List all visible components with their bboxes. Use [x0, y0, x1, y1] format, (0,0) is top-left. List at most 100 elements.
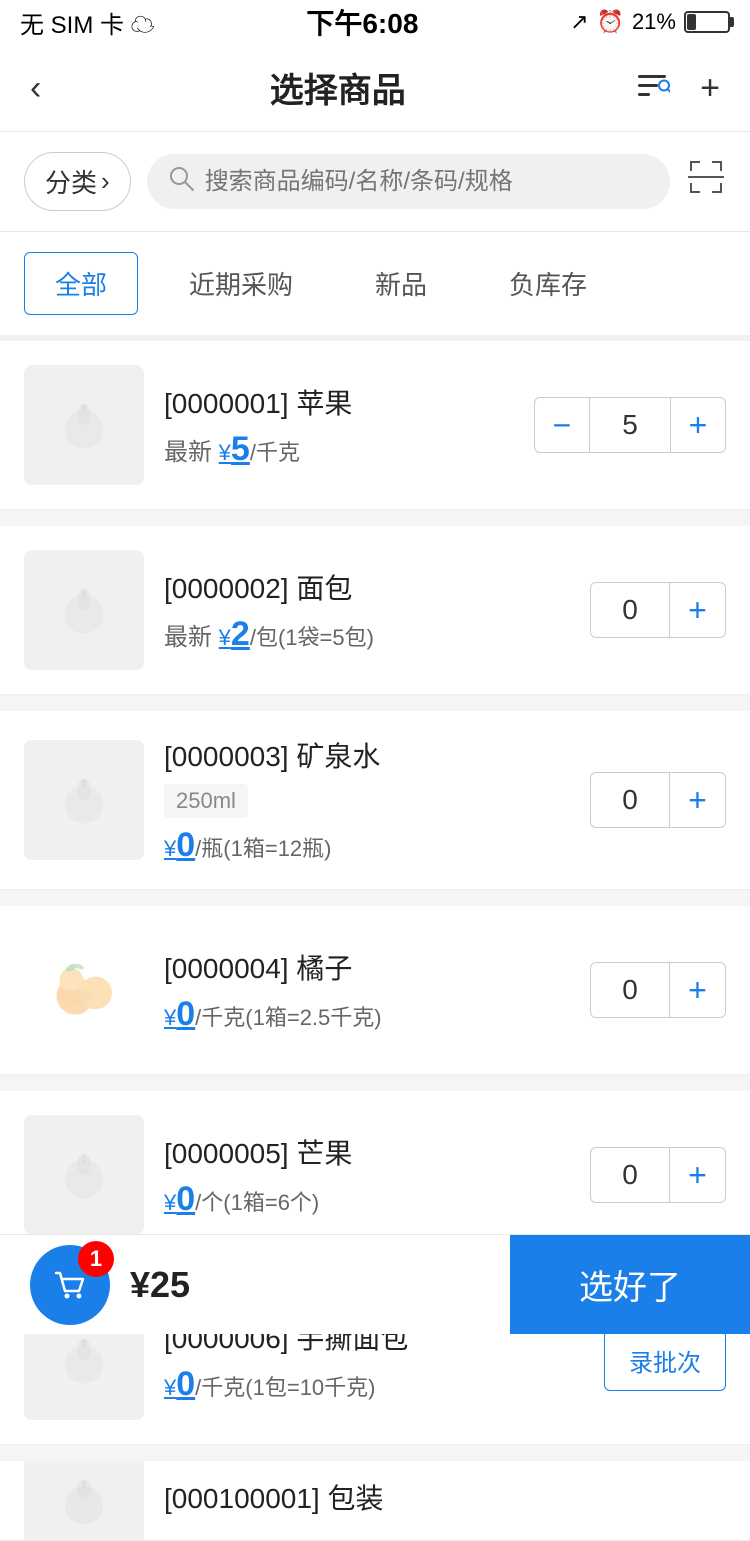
divider-6 — [0, 1445, 750, 1461]
price-unit: /千克(1箱=2.5千克) — [195, 1005, 381, 1030]
price-unit: /千克(1包=10千克) — [195, 1375, 375, 1400]
price-amount: 5 — [231, 430, 250, 468]
tab-bar: 全部 近期采购 新品 负库存 — [0, 232, 750, 341]
price-currency: ¥ — [164, 836, 176, 861]
status-bar: 无 SIM 卡 ☁ 下午6:08 ↗ ⏰ 21% — [0, 0, 750, 44]
cart-total: ¥25 — [130, 1264, 190, 1306]
sim-label: 无 SIM 卡 ☁ — [20, 5, 155, 40]
product-thumb-0000002 — [24, 550, 144, 670]
tab-new-label: 新品 — [375, 270, 427, 300]
category-chevron-icon: › — [101, 166, 110, 197]
qty-input-0000005[interactable] — [590, 1147, 670, 1203]
cart-badge: 1 — [78, 1241, 114, 1277]
battery-icon — [684, 11, 730, 33]
product-thumb-000100001 — [24, 1461, 144, 1541]
price-currency: ¥ — [219, 440, 231, 465]
confirm-button[interactable]: 选好了 — [510, 1235, 750, 1334]
price-label: 最新 — [164, 439, 219, 466]
search-icon — [167, 164, 195, 199]
tab-new[interactable]: 新品 — [344, 252, 458, 315]
tab-negative[interactable]: 负库存 — [478, 252, 618, 315]
cart-icon-wrap[interactable]: 1 — [30, 1245, 110, 1325]
filter-bar: 分类 › — [0, 132, 750, 232]
price-amount: 0 — [176, 826, 195, 864]
product-thumb-0000003 — [24, 740, 144, 860]
product-info-0000005: [0000005] 芒果 ¥0/个(1箱=6个) — [164, 1132, 570, 1219]
product-price-0000002: 最新 ¥2/包(1袋=5包) — [164, 615, 570, 654]
add-button[interactable]: + — [700, 71, 720, 105]
qty-control-0000001: − + — [534, 397, 726, 453]
qty-input-0000003[interactable] — [590, 772, 670, 828]
tab-recent[interactable]: 近期采购 — [158, 252, 324, 315]
qty-plus-0000001[interactable]: + — [670, 397, 726, 453]
category-button[interactable]: 分类 › — [24, 152, 131, 211]
product-item-000100001: [000100001] 包装 — [0, 1461, 750, 1541]
product-item-0000004: [0000004] 橘子 ¥0/千克(1箱=2.5千克) + — [0, 906, 750, 1075]
search-input[interactable] — [205, 168, 650, 196]
tab-all-label: 全部 — [55, 270, 107, 300]
price-currency: ¥ — [164, 1005, 176, 1030]
battery-percent: 21% — [632, 9, 676, 35]
qty-plus-0000004[interactable]: + — [670, 962, 726, 1018]
qty-plus-0000002[interactable]: + — [670, 582, 726, 638]
location-icon: ↗ — [570, 9, 588, 35]
price-currency: ¥ — [164, 1190, 176, 1215]
scan-icon[interactable] — [686, 157, 726, 206]
filter-icon[interactable] — [634, 67, 670, 109]
bottom-bar: 1 ¥25 选好了 — [0, 1234, 750, 1334]
price-unit: /个(1箱=6个) — [195, 1190, 319, 1215]
product-price-0000003: ¥0/瓶(1箱=12瓶) — [164, 826, 570, 865]
product-info-0000002: [0000002] 面包 最新 ¥2/包(1袋=5包) — [164, 567, 570, 654]
product-name-0000005: [0000005] 芒果 — [164, 1132, 570, 1172]
product-price-0000004: ¥0/千克(1箱=2.5千克) — [164, 995, 570, 1034]
product-name-000100001: [000100001] 包装 — [164, 1477, 726, 1517]
tab-recent-label: 近期采购 — [189, 270, 293, 300]
qty-input-0000001[interactable] — [590, 397, 670, 453]
divider-2 — [0, 695, 750, 711]
qty-input-0000002[interactable] — [590, 582, 670, 638]
price-label: 最新 — [164, 624, 219, 651]
price-unit: /千克 — [250, 440, 300, 465]
back-button[interactable]: ‹ — [30, 71, 41, 105]
status-time: 下午6:08 — [306, 2, 418, 42]
divider-1 — [0, 510, 750, 526]
product-info-0000004: [0000004] 橘子 ¥0/千克(1箱=2.5千克) — [164, 947, 570, 1034]
product-name-0000002: [0000002] 面包 — [164, 567, 570, 607]
tab-all[interactable]: 全部 — [24, 252, 138, 315]
page-title: 选择商品 — [270, 63, 406, 112]
qty-control-0000004: + — [590, 962, 726, 1018]
divider-4 — [0, 1075, 750, 1091]
qty-plus-0000005[interactable]: + — [670, 1147, 726, 1203]
alarm-icon: ⏰ — [597, 9, 624, 35]
product-info-000100001: [000100001] 包装 — [164, 1477, 726, 1525]
product-list: [0000001] 苹果 最新 ¥5/千克 − + [0000002] 面包 最… — [0, 341, 750, 1541]
price-amount: 0 — [176, 995, 195, 1033]
tab-negative-label: 负库存 — [509, 270, 587, 300]
category-label: 分类 — [45, 163, 97, 200]
price-unit: /包(1袋=5包) — [250, 625, 374, 650]
price-amount: 2 — [231, 615, 250, 653]
product-name-0000004: [0000004] 橘子 — [164, 947, 570, 987]
status-right: ↗ ⏰ 21% — [570, 9, 730, 35]
price-amount: 0 — [176, 1180, 195, 1218]
qty-plus-0000003[interactable]: + — [670, 772, 726, 828]
price-currency: ¥ — [219, 625, 231, 650]
product-item-0000001: [0000001] 苹果 最新 ¥5/千克 − + — [0, 341, 750, 510]
header: ‹ 选择商品 + — [0, 44, 750, 132]
product-item-0000003: [0000003] 矿泉水 250ml ¥0/瓶(1箱=12瓶) + — [0, 711, 750, 890]
price-currency: ¥ — [164, 1375, 176, 1400]
product-name-0000003: [0000003] 矿泉水 — [164, 735, 570, 775]
batch-button-0000006[interactable]: 录批次 — [604, 1330, 726, 1391]
status-left: 无 SIM 卡 ☁ — [20, 5, 155, 40]
qty-control-0000005: + — [590, 1147, 726, 1203]
product-name-0000001: [0000001] 苹果 — [164, 382, 514, 422]
search-box — [147, 154, 670, 209]
product-price-0000001: 最新 ¥5/千克 — [164, 430, 514, 469]
qty-minus-0000001[interactable]: − — [534, 397, 590, 453]
price-unit: /瓶(1箱=12瓶) — [195, 836, 331, 861]
product-info-0000003: [0000003] 矿泉水 250ml ¥0/瓶(1箱=12瓶) — [164, 735, 570, 865]
qty-input-0000004[interactable] — [590, 962, 670, 1018]
product-price-0000006: ¥0/千克(1包=10千克) — [164, 1365, 584, 1404]
product-thumb-0000004 — [24, 930, 144, 1050]
product-item-0000002: [0000002] 面包 最新 ¥2/包(1袋=5包) + — [0, 526, 750, 695]
